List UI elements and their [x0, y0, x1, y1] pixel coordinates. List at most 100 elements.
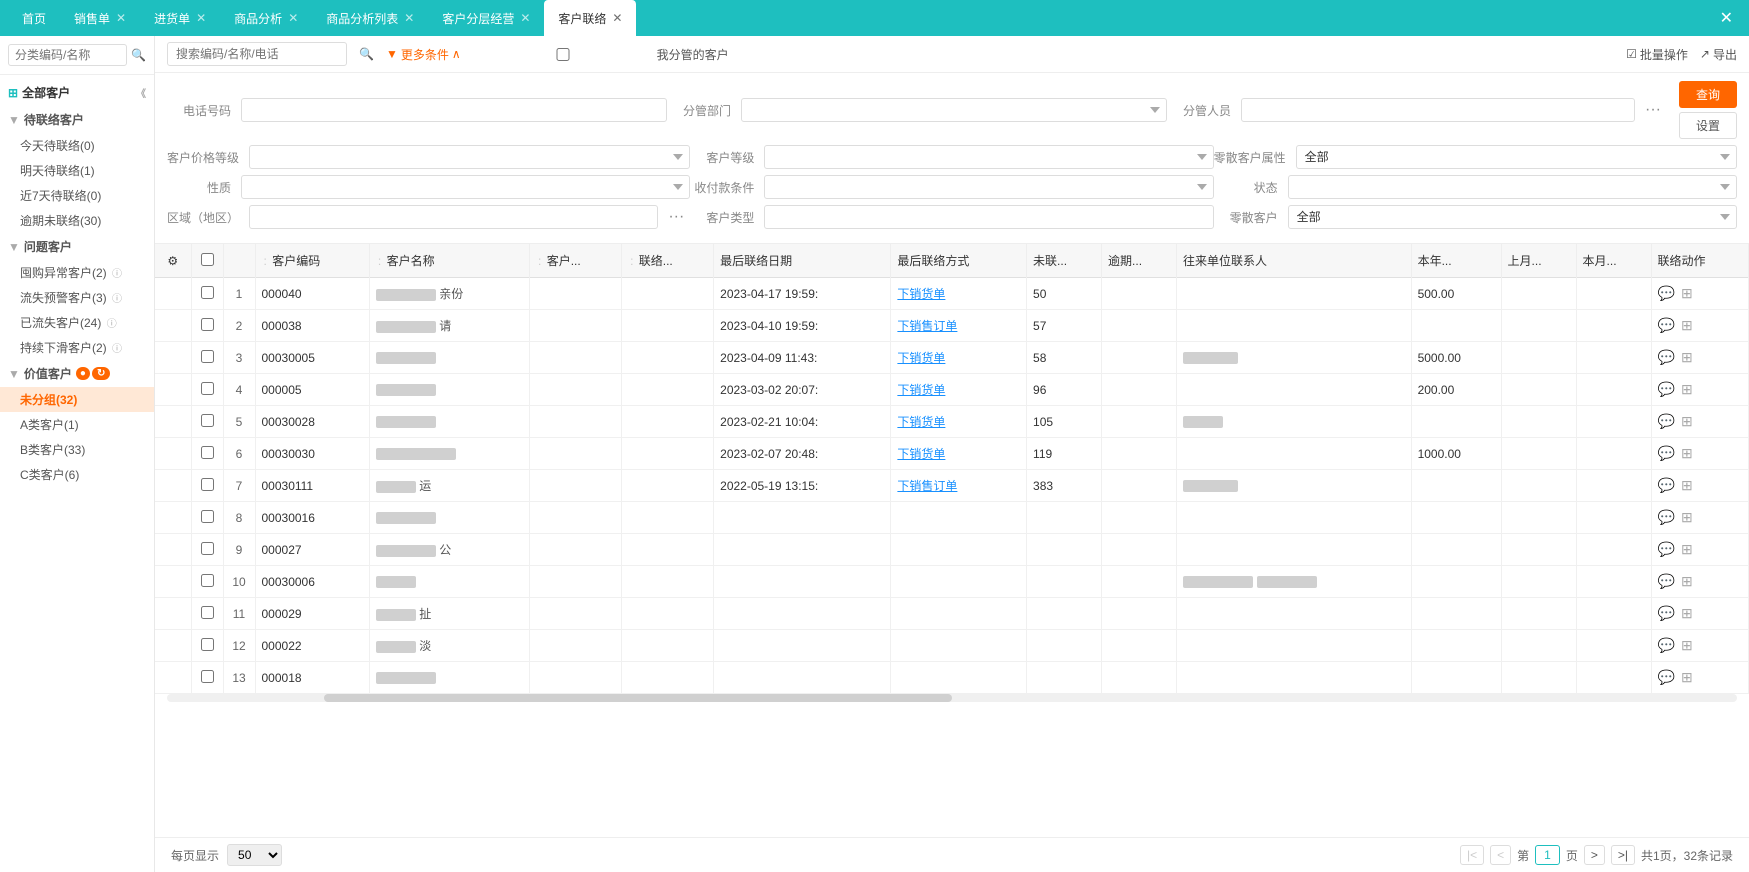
- tree-all-customers[interactable]: ⊞ 全部客户 《: [0, 79, 154, 106]
- col-overdue[interactable]: 逾期...: [1102, 244, 1177, 278]
- tab-product-analysis-list-close[interactable]: ✕: [404, 11, 414, 25]
- row-last-method[interactable]: [891, 534, 1027, 566]
- more-conditions-button[interactable]: ▼ 更多条件 ∧: [386, 46, 461, 63]
- grid-action-icon[interactable]: ⊞: [1681, 477, 1693, 494]
- customer-type-input[interactable]: [764, 205, 1213, 229]
- grid-action-icon[interactable]: ⊞: [1681, 541, 1693, 558]
- sidebar-search-icon[interactable]: 🔍: [131, 48, 146, 62]
- col-this-month[interactable]: 本月...: [1576, 244, 1651, 278]
- chat-icon[interactable]: 💬: [1658, 509, 1675, 526]
- grid-action-icon[interactable]: ⊞: [1681, 573, 1693, 590]
- chat-icon[interactable]: 💬: [1658, 445, 1675, 462]
- manager-input[interactable]: [1241, 98, 1635, 122]
- row-checkbox[interactable]: [201, 510, 214, 523]
- retail-attr-select[interactable]: 全部: [1296, 145, 1737, 169]
- row-checkbox[interactable]: [201, 478, 214, 491]
- retail-customer-select[interactable]: 全部: [1288, 205, 1737, 229]
- grid-action-icon[interactable]: ⊞: [1681, 445, 1693, 462]
- grid-action-icon[interactable]: ⊞: [1681, 317, 1693, 334]
- row-last-method[interactable]: 下销货单: [891, 342, 1027, 374]
- page-size-select[interactable]: 50 100: [227, 844, 282, 866]
- tab-sales[interactable]: 销售单 ✕: [60, 0, 140, 36]
- region-input[interactable]: [249, 205, 658, 229]
- row-checkbox-cell[interactable]: [191, 374, 223, 406]
- sidebar-item-overdue-pending[interactable]: 逾期未联络(30): [0, 208, 154, 233]
- row-last-method[interactable]: [891, 566, 1027, 598]
- col-gear[interactable]: ⚙: [155, 244, 191, 278]
- pending-section-title[interactable]: ▼ 待联络客户: [0, 106, 154, 133]
- tab-customer-segment-close[interactable]: ✕: [520, 11, 530, 25]
- last-method-link[interactable]: 下销货单: [897, 287, 945, 301]
- row-checkbox-cell[interactable]: [191, 406, 223, 438]
- phone-input[interactable]: [241, 98, 667, 122]
- last-method-link[interactable]: 下销货单: [897, 351, 945, 365]
- grid-action-icon[interactable]: ⊞: [1681, 381, 1693, 398]
- row-checkbox[interactable]: [201, 638, 214, 651]
- manager-more-button[interactable]: ···: [1639, 101, 1667, 119]
- row-checkbox-cell[interactable]: [191, 662, 223, 694]
- chat-icon[interactable]: 💬: [1658, 317, 1675, 334]
- row-last-method[interactable]: [891, 598, 1027, 630]
- price-level-select[interactable]: [249, 145, 690, 169]
- tab-customer-contact[interactable]: 客户联络 ✕: [544, 0, 636, 36]
- row-checkbox-cell[interactable]: [191, 438, 223, 470]
- tab-purchase-close[interactable]: ✕: [196, 11, 206, 25]
- row-checkbox-cell[interactable]: [191, 566, 223, 598]
- last-method-link[interactable]: 下销售订单: [897, 319, 957, 333]
- row-checkbox-cell[interactable]: [191, 534, 223, 566]
- chat-icon[interactable]: 💬: [1658, 605, 1675, 622]
- row-last-method[interactable]: 下销货单: [891, 406, 1027, 438]
- export-button[interactable]: ↗ 导出: [1700, 46, 1737, 63]
- row-checkbox[interactable]: [201, 318, 214, 331]
- status-select[interactable]: [1288, 175, 1737, 199]
- tab-home[interactable]: 首页: [8, 0, 60, 36]
- sidebar-item-class-b[interactable]: B类客户(33): [0, 437, 154, 462]
- row-checkbox[interactable]: [201, 286, 214, 299]
- col-company-contact[interactable]: 往来单位联系人: [1177, 244, 1412, 278]
- sidebar-item-declining[interactable]: 持续下滑客户(2) ⓘ: [0, 335, 154, 360]
- customer-level-select[interactable]: [764, 145, 1213, 169]
- sidebar-item-no-group[interactable]: 未分组(32): [0, 387, 154, 412]
- col-name[interactable]: : 客户名称: [369, 244, 529, 278]
- col-last-method[interactable]: 最后联络方式: [891, 244, 1027, 278]
- tab-customer-contact-close[interactable]: ✕: [612, 11, 622, 25]
- sidebar-item-class-a[interactable]: A类客户(1): [0, 412, 154, 437]
- horizontal-scrollbar[interactable]: [167, 694, 1737, 702]
- chat-icon[interactable]: 💬: [1658, 477, 1675, 494]
- last-page-button[interactable]: >|: [1611, 845, 1635, 865]
- col-checkbox[interactable]: [191, 244, 223, 278]
- row-last-method[interactable]: [891, 662, 1027, 694]
- dept-select[interactable]: [741, 98, 1167, 122]
- grid-action-icon[interactable]: ⊞: [1681, 285, 1693, 302]
- col-last-date[interactable]: 最后联络日期: [714, 244, 891, 278]
- sidebar-item-churned[interactable]: 已流失客户(24) ⓘ: [0, 310, 154, 335]
- tab-sales-close[interactable]: ✕: [116, 11, 126, 25]
- chat-icon[interactable]: 💬: [1658, 669, 1675, 686]
- chat-icon[interactable]: 💬: [1658, 573, 1675, 590]
- chat-icon[interactable]: 💬: [1658, 541, 1675, 558]
- batch-operation-button[interactable]: ☑ 批量操作: [1626, 46, 1688, 63]
- row-checkbox[interactable]: [201, 670, 214, 683]
- collapse-icon[interactable]: 《: [136, 85, 146, 100]
- problem-section-title[interactable]: ▼ 问题客户: [0, 233, 154, 260]
- select-all-checkbox[interactable]: [201, 253, 214, 266]
- next-page-button[interactable]: >: [1584, 845, 1605, 865]
- chat-icon[interactable]: 💬: [1658, 349, 1675, 366]
- row-checkbox-cell[interactable]: [191, 310, 223, 342]
- col-no-contact[interactable]: 未联...: [1027, 244, 1102, 278]
- sidebar-search-input[interactable]: [8, 44, 127, 66]
- tab-customer-segment[interactable]: 客户分层经营 ✕: [428, 0, 544, 36]
- row-checkbox-cell[interactable]: [191, 342, 223, 374]
- tab-purchase[interactable]: 进货单 ✕: [140, 0, 220, 36]
- prev-page-button[interactable]: <: [1490, 845, 1511, 865]
- chat-icon[interactable]: 💬: [1658, 413, 1675, 430]
- payment-select[interactable]: [764, 175, 1213, 199]
- my-customers-checkbox[interactable]: [473, 48, 653, 61]
- row-last-method[interactable]: [891, 502, 1027, 534]
- chat-icon[interactable]: 💬: [1658, 637, 1675, 654]
- last-method-link[interactable]: 下销货单: [897, 415, 945, 429]
- last-method-link[interactable]: 下销售订单: [897, 479, 957, 493]
- reset-button[interactable]: 设置: [1679, 112, 1737, 139]
- search-icon[interactable]: 🔍: [359, 47, 374, 61]
- row-checkbox[interactable]: [201, 382, 214, 395]
